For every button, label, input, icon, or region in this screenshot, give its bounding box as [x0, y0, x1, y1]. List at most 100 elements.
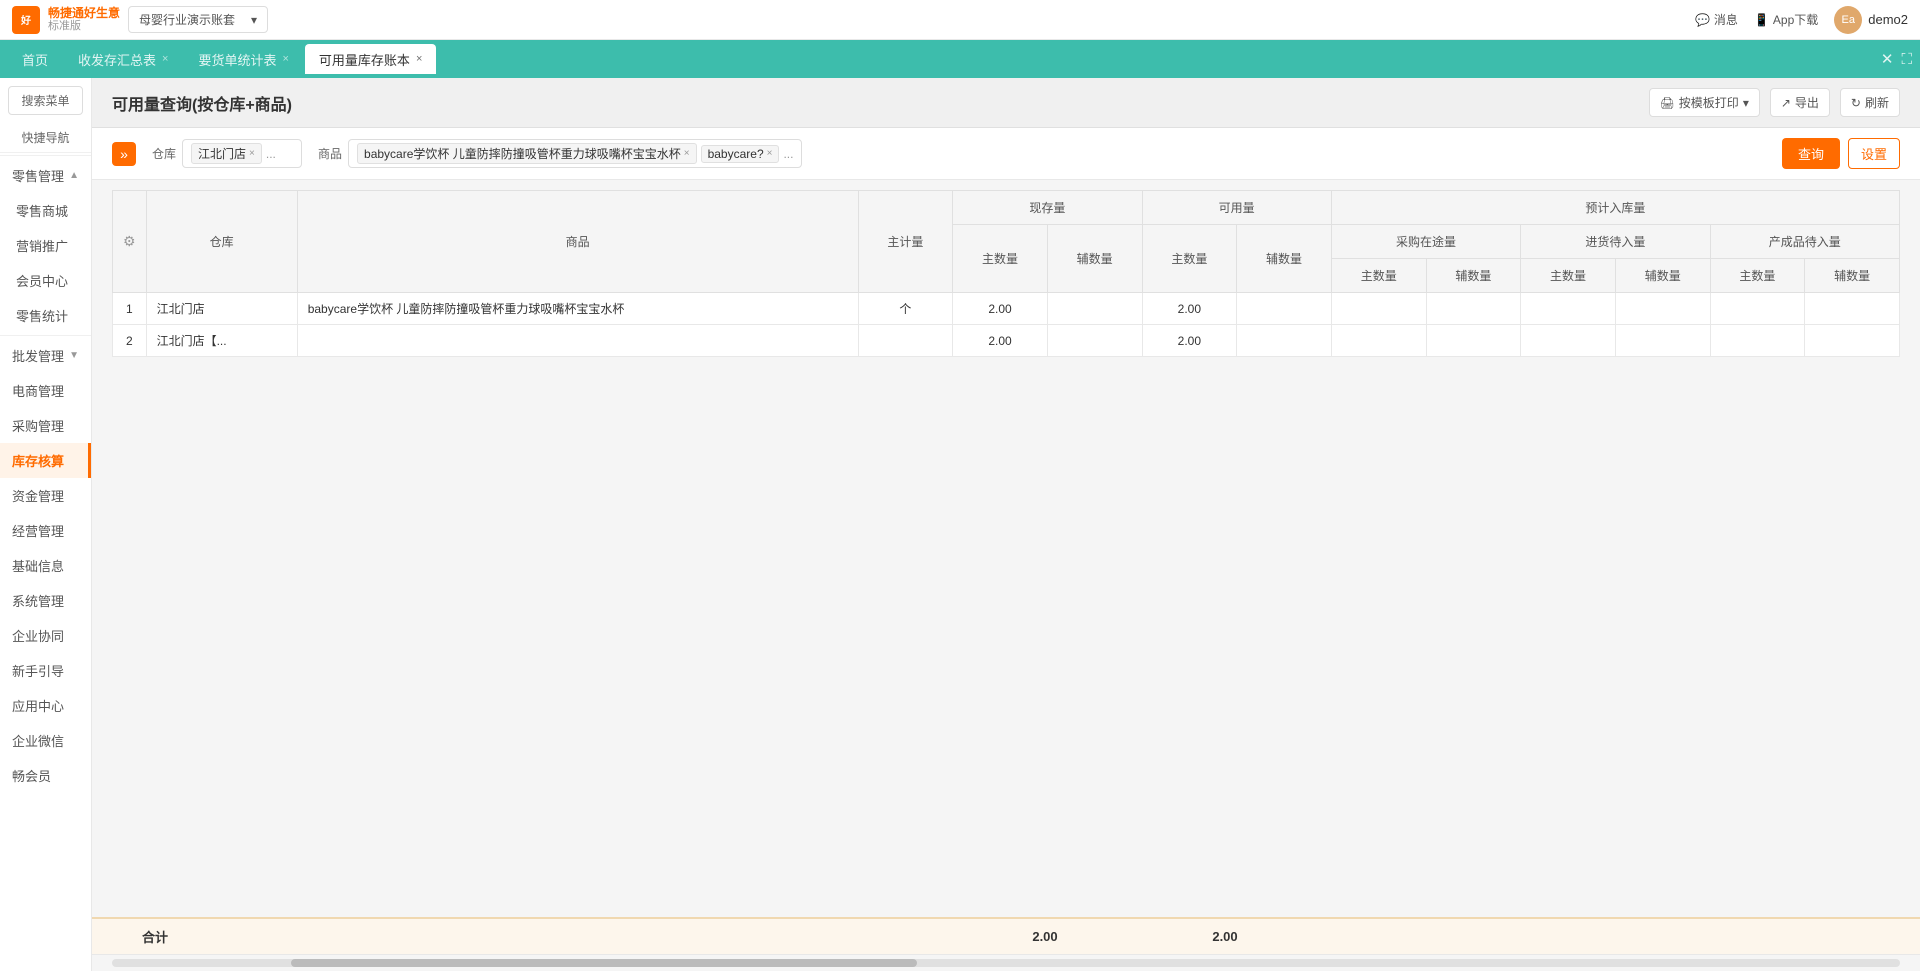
search-menu-btn[interactable]: 搜索菜单: [8, 86, 83, 115]
cell-prod-main: [1710, 325, 1805, 357]
gear-icon[interactable]: ⚙: [123, 233, 136, 249]
tab-receive-summary-close[interactable]: ×: [162, 53, 168, 65]
sidebar-search-section: 搜索菜单: [0, 78, 91, 123]
sidebar-divider-1: [0, 155, 91, 156]
cell-warehouse: 江北门店【...: [146, 325, 297, 357]
cell-pur-transit-main: [1331, 325, 1426, 357]
tab-available-stock[interactable]: 可用量库存账本 ×: [305, 44, 436, 74]
cell-inbound-aux: [1615, 325, 1710, 357]
product-tag-close-1[interactable]: ×: [684, 148, 690, 159]
sidebar-member-label: 会员中心: [16, 271, 68, 290]
sidebar-item-system[interactable]: 系统管理: [0, 583, 91, 618]
export-btn[interactable]: ↗ 导出: [1770, 88, 1830, 117]
sidebar-item-vip[interactable]: 畅会员: [0, 758, 91, 793]
avatar: Ea: [1834, 6, 1862, 34]
brand-logo: 好: [12, 6, 40, 34]
template-print-btn[interactable]: 🖨 按模板打印 ▾: [1649, 88, 1760, 117]
th-settings: ⚙: [113, 191, 147, 293]
tab-home[interactable]: 首页: [8, 44, 62, 74]
app-download-label: App下载: [1773, 11, 1818, 28]
refresh-btn[interactable]: ↻ 刷新: [1840, 88, 1900, 117]
sidebar-guide-label: 新手引导: [12, 661, 64, 680]
export-icon: ↗: [1781, 96, 1791, 110]
sidebar-item-inventory[interactable]: 库存核算: [0, 443, 91, 478]
page-header: 可用量查询(按仓库+商品) 🖨 按模板打印 ▾ ↗ 导出 ↻ 刷新: [92, 78, 1920, 128]
footer-prod-main: [1720, 929, 1810, 944]
sidebar-item-purchase[interactable]: 采购管理: [0, 408, 91, 443]
sidebar-item-member[interactable]: 会员中心: [0, 263, 91, 298]
sidebar-retail-arrow: ▲: [69, 170, 79, 181]
sidebar-item-retail[interactable]: 零售管理 ▲: [0, 158, 91, 193]
tab-receive-summary[interactable]: 收发存汇总表 ×: [64, 44, 182, 74]
cell-pur-transit-main: [1331, 293, 1426, 325]
cell-inbound-main: [1521, 325, 1616, 357]
content-area: 可用量查询(按仓库+商品) 🖨 按模板打印 ▾ ↗ 导出 ↻ 刷新 »: [92, 78, 1920, 971]
tab-order-summary[interactable]: 要货单统计表 ×: [184, 44, 302, 74]
expand-icon[interactable]: ⛶: [1901, 51, 1912, 68]
product-filter-label: 商品: [318, 145, 342, 162]
sidebar-item-retail-mall[interactable]: 零售商城: [0, 193, 91, 228]
sidebar-item-ecommerce[interactable]: 电商管理: [0, 373, 91, 408]
cell-available-aux: [1237, 325, 1332, 357]
sidebar-item-finance[interactable]: 资金管理: [0, 478, 91, 513]
cell-stock-aux: [1047, 325, 1142, 357]
tab-order-summary-close[interactable]: ×: [282, 53, 288, 65]
filter-row: » 仓库 江北门店 × ... 商品 babycare学饮杯 儿童防摔防撞吸管杯…: [92, 128, 1920, 180]
sidebar-item-wholesale[interactable]: 批发管理 ▼: [0, 338, 91, 373]
scroll-bar-thumb[interactable]: [291, 959, 917, 967]
quick-nav-btn[interactable]: 快捷导航: [0, 123, 91, 153]
industry-label: 母婴行业演示账套: [139, 11, 235, 28]
sidebar-basic-label: 基础信息: [12, 556, 64, 575]
tab-available-stock-close[interactable]: ×: [416, 53, 422, 65]
product-tag-close-2[interactable]: ×: [767, 148, 773, 159]
sidebar-item-app-center[interactable]: 应用中心: [0, 688, 91, 723]
th-pur-transit-main: 主数量: [1331, 259, 1426, 293]
cell-inbound-aux: [1615, 293, 1710, 325]
cell-available-main: 2.00: [1142, 325, 1237, 357]
brand-section: 好 畅捷通好生意 标准版 母婴行业演示账套 ▾: [12, 6, 268, 34]
sidebar-operation-label: 经营管理: [12, 521, 64, 540]
sidebar-item-retail-stat[interactable]: 零售统计: [0, 298, 91, 333]
table-body: 1 江北门店 babycare学饮杯 儿童防摔防撞吸管杯重力球吸嘴杯宝宝水杯 个…: [113, 293, 1900, 357]
sidebar-item-guide[interactable]: 新手引导: [0, 653, 91, 688]
footer-values: 2.00 2.00: [272, 929, 1900, 944]
query-btn[interactable]: 查询: [1782, 138, 1840, 169]
sidebar-item-marketing[interactable]: 营销推广: [0, 228, 91, 263]
warehouse-tag-close[interactable]: ×: [249, 148, 255, 159]
top-bar: 好 畅捷通好生意 标准版 母婴行业演示账套 ▾ 💬 消息 📱 App下载 Ea …: [0, 0, 1920, 40]
filter-expand-btn[interactable]: »: [112, 142, 136, 166]
industry-selector[interactable]: 母婴行业演示账套 ▾: [128, 6, 268, 33]
message-btn[interactable]: 💬 消息: [1695, 11, 1738, 28]
cell-pur-transit-aux: [1426, 293, 1521, 325]
product-filter-input[interactable]: babycare学饮杯 儿童防摔防撞吸管杯重力球吸嘴杯宝宝水杯 × babyca…: [348, 139, 802, 168]
sidebar-item-wechat[interactable]: 企业微信: [0, 723, 91, 758]
footer-available-main: 2.00: [1180, 929, 1270, 944]
product-filter-more[interactable]: ...: [783, 147, 793, 161]
top-bar-right: 💬 消息 📱 App下载 Ea demo2: [1695, 6, 1908, 34]
app-download-btn[interactable]: 📱 App下载: [1754, 11, 1818, 28]
main-layout: 搜索菜单 快捷导航 零售管理 ▲ 零售商城 营销推广 会员中心 零售统计 批发管…: [0, 78, 1920, 971]
cell-index: 2: [113, 325, 147, 357]
cell-product: [297, 325, 858, 357]
close-all-tabs-icon[interactable]: ✕: [1881, 50, 1894, 68]
message-icon: 💬: [1695, 13, 1710, 27]
warehouse-filter-more[interactable]: ...: [266, 147, 276, 161]
tab-available-stock-label: 可用量库存账本: [319, 50, 410, 69]
tab-bar-actions: ✕ ⛶: [1881, 50, 1912, 68]
sidebar-app-center-label: 应用中心: [12, 696, 64, 715]
cell-stock-aux: [1047, 293, 1142, 325]
th-prod-aux: 辅数量: [1805, 259, 1900, 293]
th-product-pending: 产成品待入量: [1710, 225, 1899, 259]
sidebar-item-operation[interactable]: 经营管理: [0, 513, 91, 548]
cell-unit: 个: [858, 293, 953, 325]
cell-available-main: 2.00: [1142, 293, 1237, 325]
sidebar-item-enterprise[interactable]: 企业协同: [0, 618, 91, 653]
sidebar-inventory-label: 库存核算: [12, 451, 64, 470]
product-tag-babycare: babycare学饮杯 儿童防摔防撞吸管杯重力球吸嘴杯宝宝水杯 ×: [357, 143, 697, 164]
sidebar-wechat-label: 企业微信: [12, 731, 64, 750]
footer-available-aux: [1270, 929, 1360, 944]
warehouse-filter-input[interactable]: 江北门店 × ...: [182, 139, 302, 168]
sidebar-item-basic[interactable]: 基础信息: [0, 548, 91, 583]
settings-btn[interactable]: 设置: [1848, 138, 1900, 169]
footer-stock-main: 2.00: [1000, 929, 1090, 944]
